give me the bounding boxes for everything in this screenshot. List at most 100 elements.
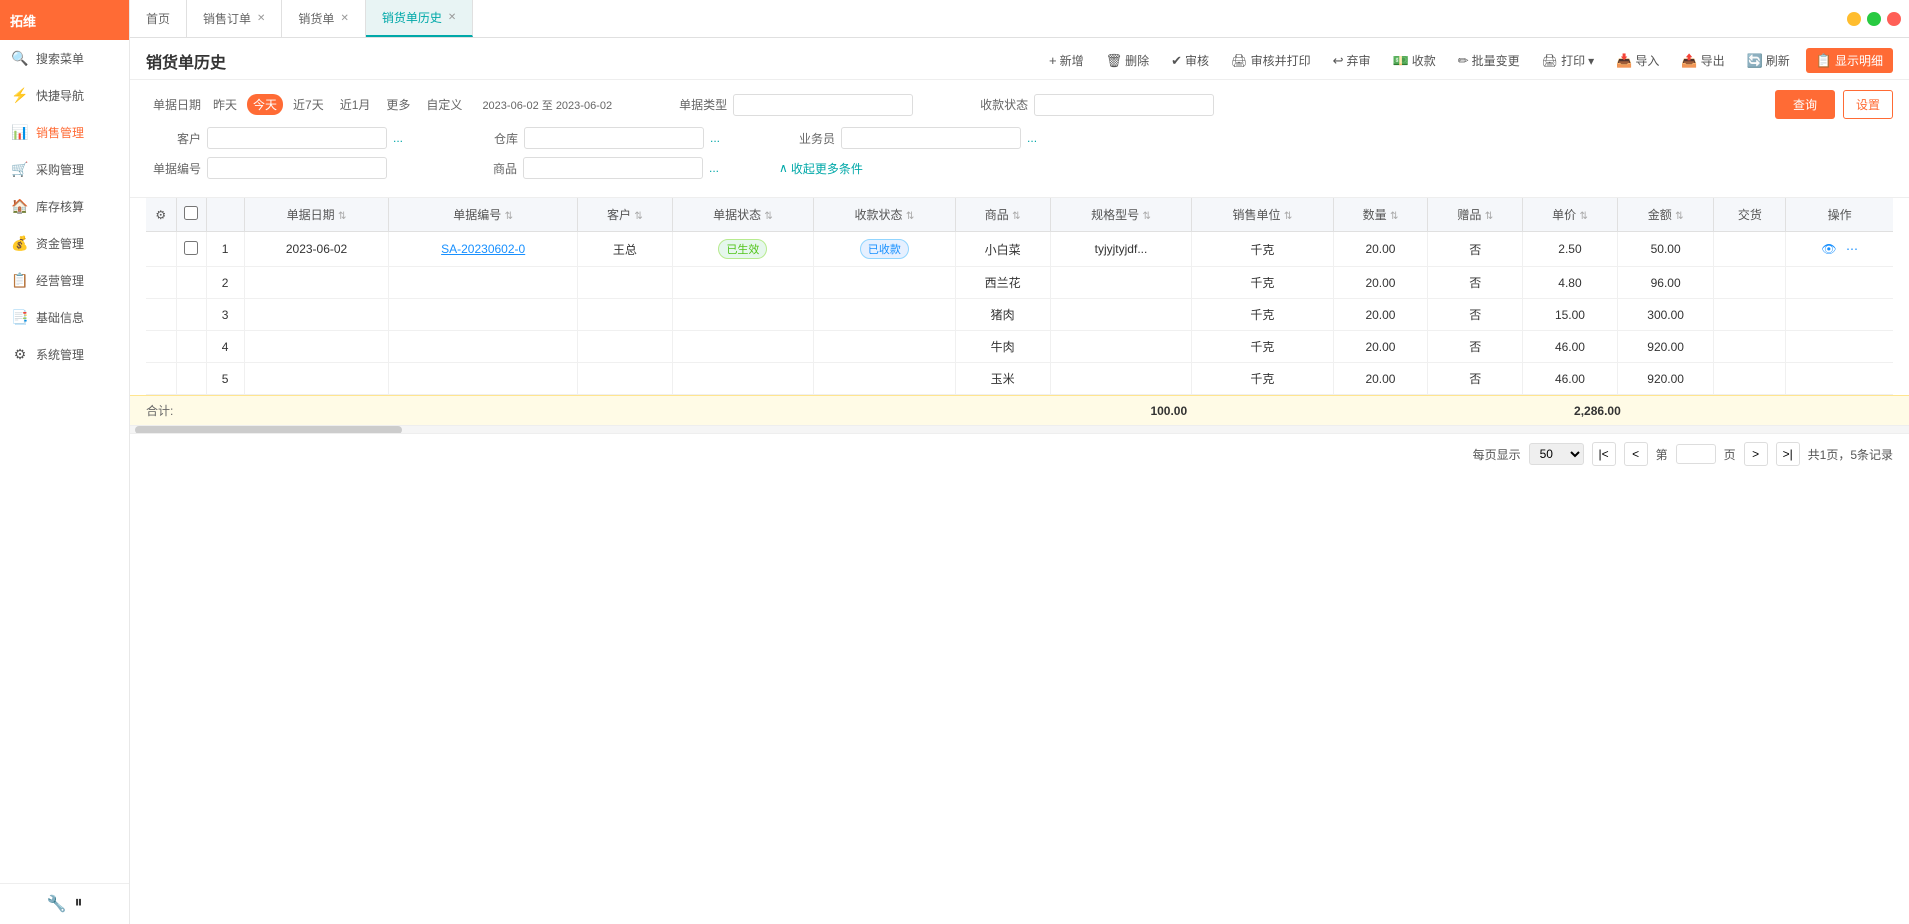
window-close-btn[interactable] xyxy=(1887,12,1901,26)
td-qty: 20.00 xyxy=(1333,331,1428,363)
import-button[interactable]: 📥 导入 xyxy=(1610,49,1665,72)
salesperson-more-icon[interactable]: ... xyxy=(1027,131,1037,145)
filter-row-3: 单据编号 商品 ... ∧ 收起更多条件 xyxy=(146,157,1893,179)
date-tab-1month[interactable]: 近1月 xyxy=(334,94,377,115)
td-doc-date xyxy=(244,331,389,363)
audit-button[interactable]: ✔ 审核 xyxy=(1165,49,1215,72)
delete-button[interactable]: 🗑 删除 xyxy=(1100,49,1156,72)
table-row: 2 西兰花 千克 20.00 否 4.80 96.00 xyxy=(146,267,1893,299)
th-amount[interactable]: 金额 ⇅ xyxy=(1617,198,1714,232)
page-input[interactable]: 1 xyxy=(1676,444,1716,464)
ops-mgmt-icon: 📋 xyxy=(12,273,28,289)
filter-area: 单据日期 昨天 今天 近7天 近1月 更多 自定义 2023-06-02 至 2… xyxy=(130,80,1909,198)
delete-icon: 🗑 xyxy=(1106,53,1123,69)
window-maximize-btn[interactable] xyxy=(1867,12,1881,26)
th-customer[interactable]: 客户 ⇅ xyxy=(578,198,673,232)
abandon-button[interactable]: ↩ 弃审 xyxy=(1327,49,1377,72)
page-size-select[interactable]: 50 100 200 xyxy=(1529,443,1584,465)
tab-sales-history-label: 销货单历史 xyxy=(382,9,442,26)
sort-doc-date-icon: ⇅ xyxy=(338,211,346,222)
filter-doc-type-label: 单据类型 xyxy=(672,96,727,113)
th-doc-date[interactable]: 单据日期 ⇅ xyxy=(244,198,389,232)
add-button[interactable]: + 新增 xyxy=(1043,49,1090,72)
tab-sales-delivery-close[interactable]: ✕ xyxy=(340,13,348,24)
tab-sales-history[interactable]: 销货单历史 ✕ xyxy=(366,0,473,37)
row-checkbox[interactable] xyxy=(184,241,198,255)
first-page-btn[interactable]: |< xyxy=(1592,442,1616,466)
td-operation xyxy=(1786,331,1893,363)
horizontal-scrollbar[interactable] xyxy=(130,425,1909,433)
th-unit-price[interactable]: 单价 ⇅ xyxy=(1523,198,1618,232)
date-tab-today[interactable]: 今天 xyxy=(247,94,283,115)
th-gear[interactable]: ⚙ xyxy=(146,198,176,232)
sidebar-settings-icon[interactable]: 🔧 xyxy=(47,894,67,914)
sidebar-item-finance[interactable]: 💰 资金管理 xyxy=(0,225,129,262)
sidebar-item-base-info[interactable]: 📑 基础信息 xyxy=(0,299,129,336)
sidebar-item-quick-nav[interactable]: ⚡ 快捷导航 xyxy=(0,77,129,114)
date-tab-more[interactable]: 更多 xyxy=(380,94,416,115)
import-icon: 📥 xyxy=(1616,53,1632,69)
th-spec[interactable]: 规格型号 ⇅ xyxy=(1050,198,1191,232)
th-unit[interactable]: 销售单位 ⇅ xyxy=(1192,198,1333,232)
tab-sales-delivery[interactable]: 销货单 ✕ xyxy=(282,0,365,37)
show-detail-button[interactable]: 📋 显示明细 xyxy=(1806,48,1893,73)
date-tab-custom[interactable]: 自定义 xyxy=(420,94,468,115)
th-gift[interactable]: 赠品 ⇅ xyxy=(1428,198,1523,232)
doc-no-link[interactable]: SA-20230602-0 xyxy=(441,242,525,256)
td-spec xyxy=(1050,363,1191,395)
date-tab-yesterday[interactable]: 昨天 xyxy=(207,94,243,115)
filter-payment-status-select[interactable] xyxy=(1034,94,1214,116)
refresh-button[interactable]: 🔄 刷新 xyxy=(1741,49,1796,72)
sidebar-item-inventory[interactable]: 🏠 库存核算 xyxy=(0,188,129,225)
purchase-mgmt-icon: 🛒 xyxy=(12,162,28,178)
date-tab-7days[interactable]: 近7天 xyxy=(287,94,330,115)
window-minimize-btn[interactable] xyxy=(1847,12,1861,26)
th-product[interactable]: 商品 ⇅ xyxy=(955,198,1050,232)
sidebar-item-ops-mgmt[interactable]: 📋 经营管理 xyxy=(0,262,129,299)
th-operation: 操作 xyxy=(1786,198,1893,232)
tab-sales-order-close[interactable]: ✕ xyxy=(257,13,265,24)
td-operation xyxy=(1786,299,1893,331)
th-gift-label: 赠品 xyxy=(1457,208,1481,222)
prev-page-btn[interactable]: < xyxy=(1624,442,1648,466)
setting-button[interactable]: 设置 xyxy=(1843,90,1893,119)
sidebar-item-purchase-mgmt[interactable]: 🛒 采购管理 xyxy=(0,151,129,188)
filter-warehouse-input[interactable] xyxy=(524,127,704,149)
audit-print-button[interactable]: 🖨 审核并打印 xyxy=(1225,49,1317,72)
customer-more-icon[interactable]: ... xyxy=(393,131,403,145)
batch-change-label: 批量变更 xyxy=(1472,52,1520,69)
more-op-btn[interactable]: ⋯ xyxy=(1846,242,1858,256)
warehouse-more-icon[interactable]: ... xyxy=(710,131,720,145)
last-page-btn[interactable]: >| xyxy=(1776,442,1800,466)
collect-button[interactable]: 💵 收款 xyxy=(1387,49,1442,72)
td-transaction xyxy=(1714,267,1786,299)
filter-row-1: 单据日期 昨天 今天 近7天 近1月 更多 自定义 2023-06-02 至 2… xyxy=(146,90,1893,119)
sidebar-pause-icon[interactable]: ⏸ xyxy=(74,894,82,914)
collapse-filter-button[interactable]: ∧ 收起更多条件 xyxy=(779,160,863,177)
filter-customer-input[interactable] xyxy=(207,127,387,149)
th-doc-no[interactable]: 单据编号 ⇅ xyxy=(389,198,578,232)
view-op-btn[interactable]: 👁 xyxy=(1821,242,1836,256)
sidebar-item-sys-mgmt[interactable]: ⚙ 系统管理 xyxy=(0,336,129,373)
next-page-btn[interactable]: > xyxy=(1744,442,1768,466)
filter-product-input[interactable] xyxy=(523,157,703,179)
product-more-icon[interactable]: ... xyxy=(709,161,719,175)
filter-salesperson-input[interactable] xyxy=(841,127,1021,149)
filter-doc-type-select[interactable] xyxy=(733,94,913,116)
sidebar-item-sales-mgmt[interactable]: 📊 销售管理 xyxy=(0,114,129,151)
filter-doc-no: 单据编号 xyxy=(146,157,387,179)
th-qty[interactable]: 数量 ⇅ xyxy=(1333,198,1428,232)
tab-home[interactable]: 首页 xyxy=(130,0,187,37)
th-payment-status[interactable]: 收款状态 ⇅ xyxy=(814,198,955,232)
query-button[interactable]: 查询 xyxy=(1775,90,1835,119)
sidebar-item-search-menu[interactable]: 🔍 搜索菜单 xyxy=(0,40,129,77)
td-spec: tyjyjtyjdf... xyxy=(1050,232,1191,267)
th-doc-status[interactable]: 单据状态 ⇅ xyxy=(672,198,813,232)
export-button[interactable]: 📤 导出 xyxy=(1675,49,1730,72)
tab-sales-order[interactable]: 销售订单 ✕ xyxy=(187,0,282,37)
tab-sales-history-close[interactable]: ✕ xyxy=(448,12,456,23)
select-all-checkbox[interactable] xyxy=(184,206,198,220)
print-button[interactable]: 🖨 打印 ▾ xyxy=(1536,49,1601,72)
batch-change-button[interactable]: ✏ 批量变更 xyxy=(1452,49,1526,72)
filter-doc-no-input[interactable] xyxy=(207,157,387,179)
